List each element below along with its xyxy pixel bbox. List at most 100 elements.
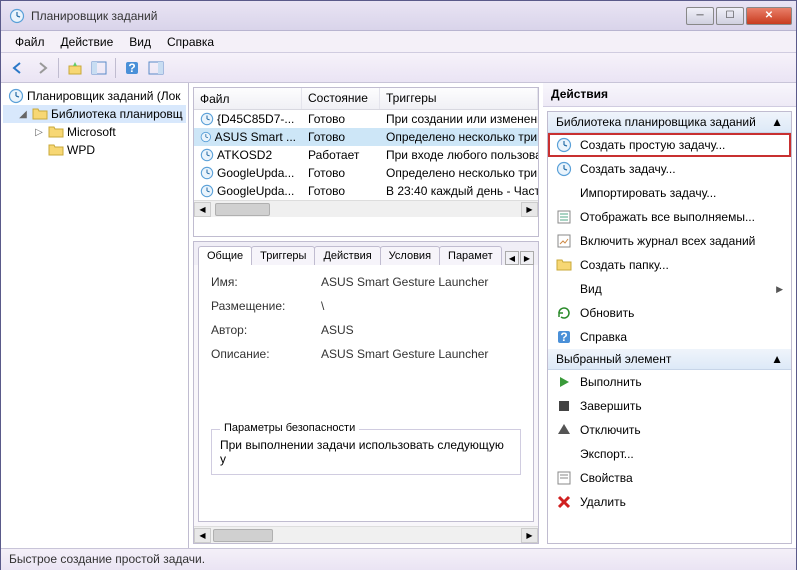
actions-group-library[interactable]: Библиотека планировщика заданий▲ (548, 112, 791, 133)
col-file[interactable]: Файл (194, 88, 302, 109)
security-text: При выполнении задачи использовать следу… (220, 438, 512, 466)
tree-toggle-icon[interactable]: ▷ (33, 127, 45, 138)
task-file: {D45C85D7-... (217, 112, 294, 126)
statusbar: Быстрое создание простой задачи. (1, 548, 796, 570)
name-value: ASUS Smart Gesture Launcher (321, 275, 521, 289)
task-file: GoogleUpda... (217, 166, 294, 180)
action-enable-log[interactable]: Включить журнал всех заданий (548, 229, 791, 253)
location-value: \ (321, 299, 521, 313)
scroll-right-button[interactable]: ▶ (521, 528, 538, 543)
menu-action[interactable]: Действие (53, 33, 122, 51)
maximize-button[interactable]: ☐ (716, 7, 744, 25)
tab-scroll-right[interactable]: ▶ (520, 251, 534, 265)
folder-icon (556, 257, 572, 273)
task-state: Работает (302, 147, 380, 163)
show-hide-tree-button[interactable] (88, 57, 110, 79)
tab-scroll-left[interactable]: ◀ (505, 251, 519, 265)
action-run[interactable]: Выполнить (548, 370, 791, 394)
tree-wpd[interactable]: ▷ WPD (3, 141, 186, 159)
action-end[interactable]: Завершить (548, 394, 791, 418)
menu-file[interactable]: Файл (7, 33, 53, 51)
tree-microsoft[interactable]: ▷ Microsoft (3, 123, 186, 141)
details-hscroll[interactable]: ◀ ▶ (194, 526, 538, 543)
tab-general[interactable]: Общие (198, 246, 252, 265)
minimize-button[interactable]: ─ (686, 7, 714, 25)
desc-value: ASUS Smart Gesture Launcher (321, 347, 521, 361)
scroll-right-button[interactable]: ▶ (521, 202, 538, 217)
task-state: Готово (302, 111, 380, 127)
play-icon (556, 374, 572, 390)
action-create-task[interactable]: Создать задачу... (548, 157, 791, 181)
task-list-header: Файл Состояние Триггеры (194, 88, 538, 110)
refresh-icon (556, 305, 572, 321)
desc-label: Описание: (211, 347, 321, 361)
titlebar: Планировщик заданий ─ ☐ ✕ (1, 1, 796, 31)
tree-toggle-icon[interactable]: ◢ (17, 109, 29, 120)
collapse-icon: ▲ (771, 352, 783, 366)
list-icon (556, 209, 572, 225)
stop-icon (556, 398, 572, 414)
tab-conditions[interactable]: Условия (380, 246, 440, 265)
show-action-pane-button[interactable] (145, 57, 167, 79)
back-button[interactable] (7, 57, 29, 79)
forward-button[interactable] (31, 57, 53, 79)
up-button[interactable] (64, 57, 86, 79)
tab-triggers[interactable]: Триггеры (251, 246, 315, 265)
task-state: Готово (302, 165, 380, 181)
svg-text:?: ? (128, 61, 135, 75)
task-details: Общие Триггеры Действия Условия Парамет … (193, 241, 539, 544)
menu-view[interactable]: Вид (121, 33, 159, 51)
disable-icon (556, 422, 572, 438)
actions-title: Действия (543, 83, 796, 107)
action-create-basic-task[interactable]: Создать простую задачу... (548, 133, 791, 157)
action-properties[interactable]: Свойства (548, 466, 791, 490)
task-icon (200, 166, 214, 180)
task-state: Готово (302, 129, 380, 145)
tree-root[interactable]: Планировщик заданий (Лок (3, 87, 186, 105)
action-export[interactable]: Экспорт... (548, 442, 791, 466)
col-trigger[interactable]: Триггеры (380, 88, 538, 109)
tree-pane: Планировщик заданий (Лок ◢ Библиотека пл… (1, 83, 189, 548)
task-icon (200, 184, 214, 198)
delete-icon (556, 494, 572, 510)
submenu-arrow-icon: ▶ (776, 284, 783, 295)
action-import-task[interactable]: Импортировать задачу... (548, 181, 791, 205)
folder-icon (32, 106, 48, 122)
close-button[interactable]: ✕ (746, 7, 792, 25)
task-trigger: При входе любого пользова (380, 147, 538, 163)
action-help[interactable]: ? Справка (548, 325, 791, 349)
tab-actions[interactable]: Действия (314, 246, 380, 265)
help-button[interactable]: ? (121, 57, 143, 79)
tree-library[interactable]: ◢ Библиотека планировщ (3, 105, 186, 123)
blank-icon (556, 446, 572, 462)
tree-microsoft-label: Microsoft (67, 125, 116, 139)
action-view[interactable]: Вид ▶ (548, 277, 791, 301)
properties-icon (556, 470, 572, 486)
task-row[interactable]: GoogleUpda...ГотовоВ 23:40 каждый день -… (194, 182, 538, 200)
action-show-running[interactable]: Отображать все выполняемы... (548, 205, 791, 229)
task-row[interactable]: {D45C85D7-... ГотовоПри создании или изме… (194, 110, 538, 128)
task-trigger: При создании или изменени (380, 111, 538, 127)
scheduler-icon (8, 88, 24, 104)
scroll-left-button[interactable]: ◀ (194, 528, 211, 543)
action-disable[interactable]: Отключить (548, 418, 791, 442)
tree-library-label: Библиотека планировщ (51, 107, 183, 121)
window-title: Планировщик заданий (31, 9, 684, 23)
action-delete[interactable]: Удалить (548, 490, 791, 514)
author-label: Автор: (211, 323, 321, 337)
action-new-folder[interactable]: Создать папку... (548, 253, 791, 277)
task-row[interactable]: ASUS Smart ...ГотовоОпределено несколько… (194, 128, 538, 146)
task-icon (200, 148, 214, 162)
col-state[interactable]: Состояние (302, 88, 380, 109)
action-refresh[interactable]: Обновить (548, 301, 791, 325)
task-row[interactable]: ATKOSD2РаботаетПри входе любого пользова (194, 146, 538, 164)
actions-group-selected[interactable]: Выбранный элемент▲ (548, 349, 791, 370)
task-list-hscroll[interactable]: ◀ ▶ (194, 200, 538, 217)
task-row[interactable]: GoogleUpda...ГотовоОпределено несколько … (194, 164, 538, 182)
tab-params[interactable]: Парамет (439, 246, 502, 265)
scroll-left-button[interactable]: ◀ (194, 202, 211, 217)
menu-help[interactable]: Справка (159, 33, 222, 51)
clock-icon (556, 137, 572, 153)
help-icon: ? (556, 329, 572, 345)
svg-text:?: ? (560, 330, 567, 344)
